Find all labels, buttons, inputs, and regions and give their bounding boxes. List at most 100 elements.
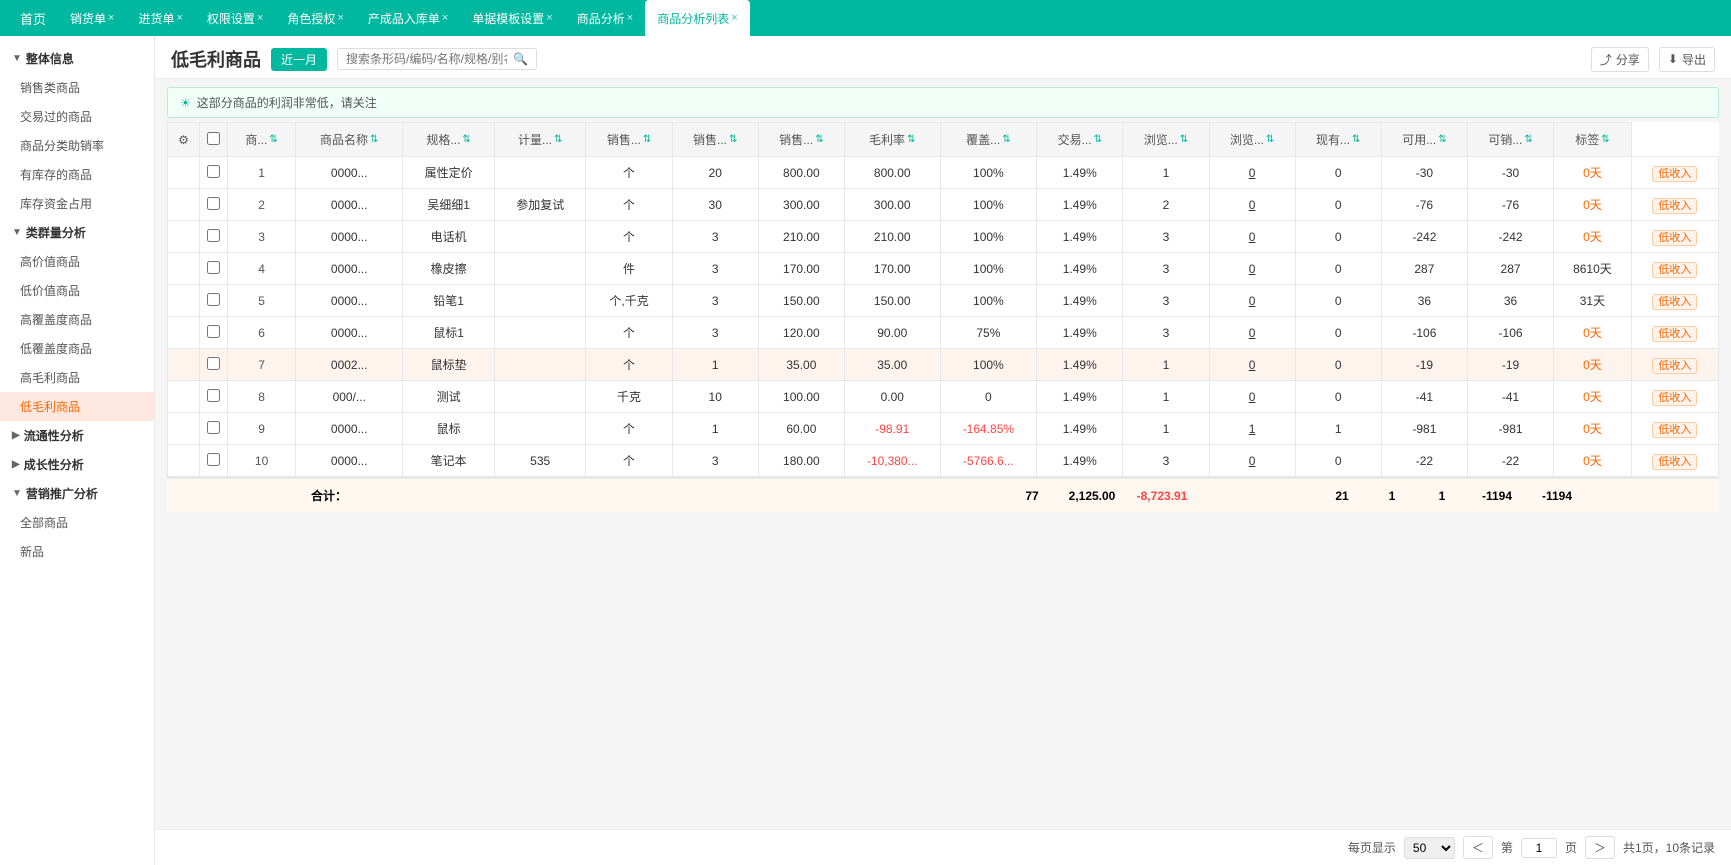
row-checkbox[interactable] <box>200 349 228 381</box>
export-button[interactable]: ⬇ 导出 <box>1659 47 1715 72</box>
nav-analysis-list[interactable]: 商品分析列表 × <box>645 0 749 36</box>
th-available-stock[interactable]: 可用...⇅ <box>1381 123 1467 157</box>
search-input[interactable] <box>346 52 507 66</box>
sidebar-item-high-coverage[interactable]: 高覆盖度商品 <box>0 305 154 334</box>
row-select-checkbox[interactable] <box>207 293 220 306</box>
row-settings[interactable] <box>168 253 200 285</box>
sidebar-item-low-coverage[interactable]: 低覆盖度商品 <box>0 334 154 363</box>
row-checkbox[interactable] <box>200 221 228 253</box>
next-page-button[interactable]: ＞ <box>1585 836 1615 859</box>
row-views1[interactable]: 0 <box>1209 157 1295 189</box>
nav-template-close[interactable]: × <box>546 12 552 24</box>
nav-purchase[interactable]: 进货单 × <box>126 0 194 36</box>
nav-roles[interactable]: 角色授权 × <box>275 0 355 36</box>
row-settings[interactable] <box>168 349 200 381</box>
row-select-checkbox[interactable] <box>207 421 220 434</box>
filter-button[interactable]: 近一月 <box>271 48 327 71</box>
sidebar-item-stock-capital[interactable]: 库存资金占用 <box>0 189 154 218</box>
nav-permissions-close[interactable]: × <box>257 12 263 24</box>
row-views1[interactable]: 0 <box>1209 253 1295 285</box>
nav-products[interactable]: 产成品入库单 × <box>356 0 460 36</box>
th-sales-amt[interactable]: 销售...⇅ <box>672 123 758 157</box>
share-button[interactable]: ⤴ 分享 <box>1591 47 1649 72</box>
row-views1[interactable]: 0 <box>1209 317 1295 349</box>
select-all-checkbox[interactable] <box>207 132 220 145</box>
row-select-checkbox[interactable] <box>207 229 220 242</box>
sidebar-group-flow[interactable]: ▶ 流通性分析 <box>0 421 154 450</box>
th-unit[interactable]: 计量...⇅ <box>494 123 586 157</box>
nav-permissions[interactable]: 权限设置 × <box>195 0 275 36</box>
sidebar-group-growth[interactable]: ▶ 成长性分析 <box>0 450 154 479</box>
row-checkbox[interactable] <box>200 317 228 349</box>
sidebar-group-marketing[interactable]: ▼ 营销推广分析 <box>0 479 154 508</box>
nav-analysis-list-close[interactable]: × <box>731 12 737 24</box>
row-settings[interactable] <box>168 445 200 477</box>
row-settings[interactable] <box>168 285 200 317</box>
nav-products-close[interactable]: × <box>442 12 448 24</box>
th-settings[interactable]: ⚙ <box>168 123 200 157</box>
sidebar-item-all-goods[interactable]: 全部商品 <box>0 508 154 537</box>
row-select-checkbox[interactable] <box>207 325 220 338</box>
sidebar-item-low-margin[interactable]: 低毛利商品 <box>0 392 154 421</box>
th-checkbox[interactable] <box>200 123 228 157</box>
th-txn[interactable]: 交易...⇅ <box>1037 123 1123 157</box>
th-views1[interactable]: 浏览...⇅ <box>1123 123 1209 157</box>
sidebar-group-overall[interactable]: ▼ 整体信息 <box>0 44 154 73</box>
th-current-stock[interactable]: 现有...⇅ <box>1295 123 1381 157</box>
th-spec[interactable]: 规格...⇅ <box>403 123 495 157</box>
row-checkbox[interactable] <box>200 381 228 413</box>
row-select-checkbox[interactable] <box>207 453 220 466</box>
row-select-checkbox[interactable] <box>207 357 220 370</box>
prev-page-button[interactable]: ＜ <box>1463 836 1493 859</box>
row-checkbox[interactable] <box>200 189 228 221</box>
row-settings[interactable] <box>168 157 200 189</box>
th-saleable-days[interactable]: 可销...⇅ <box>1467 123 1553 157</box>
nav-analysis-close[interactable]: × <box>627 12 633 24</box>
sidebar-item-new-goods[interactable]: 新品 <box>0 537 154 566</box>
sidebar-item-traded-goods[interactable]: 交易过的商品 <box>0 102 154 131</box>
th-sales-profit[interactable]: 销售...⇅ <box>758 123 844 157</box>
nav-home[interactable]: 首页 <box>8 0 58 36</box>
row-checkbox[interactable] <box>200 445 228 477</box>
row-views1[interactable]: 0 <box>1209 381 1295 413</box>
row-settings[interactable] <box>168 221 200 253</box>
row-views1[interactable]: 0 <box>1209 285 1295 317</box>
row-settings[interactable] <box>168 381 200 413</box>
nav-sales[interactable]: 销货单 × <box>58 0 126 36</box>
sidebar-item-stocked-goods[interactable]: 有库存的商品 <box>0 160 154 189</box>
row-settings[interactable] <box>168 189 200 221</box>
row-views1[interactable]: 1 <box>1209 413 1295 445</box>
th-views2[interactable]: 浏览...⇅ <box>1209 123 1295 157</box>
row-views1[interactable]: 0 <box>1209 221 1295 253</box>
row-views1[interactable]: 0 <box>1209 189 1295 221</box>
sidebar-item-high-value[interactable]: 高价值商品 <box>0 247 154 276</box>
row-checkbox[interactable] <box>200 285 228 317</box>
row-select-checkbox[interactable] <box>207 261 220 274</box>
sidebar-item-high-margin[interactable]: 高毛利商品 <box>0 363 154 392</box>
row-checkbox[interactable] <box>200 413 228 445</box>
th-coverage[interactable]: 覆盖...⇅ <box>940 123 1037 157</box>
row-checkbox[interactable] <box>200 253 228 285</box>
th-name[interactable]: 商品名称⇅ <box>296 123 403 157</box>
search-icon[interactable]: 🔍 <box>513 52 528 66</box>
row-settings[interactable] <box>168 413 200 445</box>
row-views1[interactable]: 0 <box>1209 445 1295 477</box>
sidebar-item-low-value[interactable]: 低价值商品 <box>0 276 154 305</box>
row-select-checkbox[interactable] <box>207 389 220 402</box>
row-settings[interactable] <box>168 317 200 349</box>
nav-purchase-close[interactable]: × <box>176 12 182 24</box>
nav-roles-close[interactable]: × <box>337 12 343 24</box>
th-tag[interactable]: 标签⇅ <box>1554 123 1632 157</box>
th-sales-qty[interactable]: 销售...⇅ <box>586 123 672 157</box>
sidebar-item-sales-goods[interactable]: 销售类商品 <box>0 73 154 102</box>
row-select-checkbox[interactable] <box>207 197 220 210</box>
page-size-select[interactable]: 50 100 200 <box>1404 837 1455 859</box>
row-views1[interactable]: 0 <box>1209 349 1295 381</box>
th-code[interactable]: 商...⇅ <box>228 123 296 157</box>
nav-template[interactable]: 单据模板设置 × <box>460 0 564 36</box>
row-checkbox[interactable] <box>200 157 228 189</box>
sidebar-item-category-rate[interactable]: 商品分类助销率 <box>0 131 154 160</box>
page-input[interactable] <box>1521 838 1557 858</box>
nav-sales-close[interactable]: × <box>108 12 114 24</box>
th-gross-margin[interactable]: 毛利率⇅ <box>844 123 940 157</box>
